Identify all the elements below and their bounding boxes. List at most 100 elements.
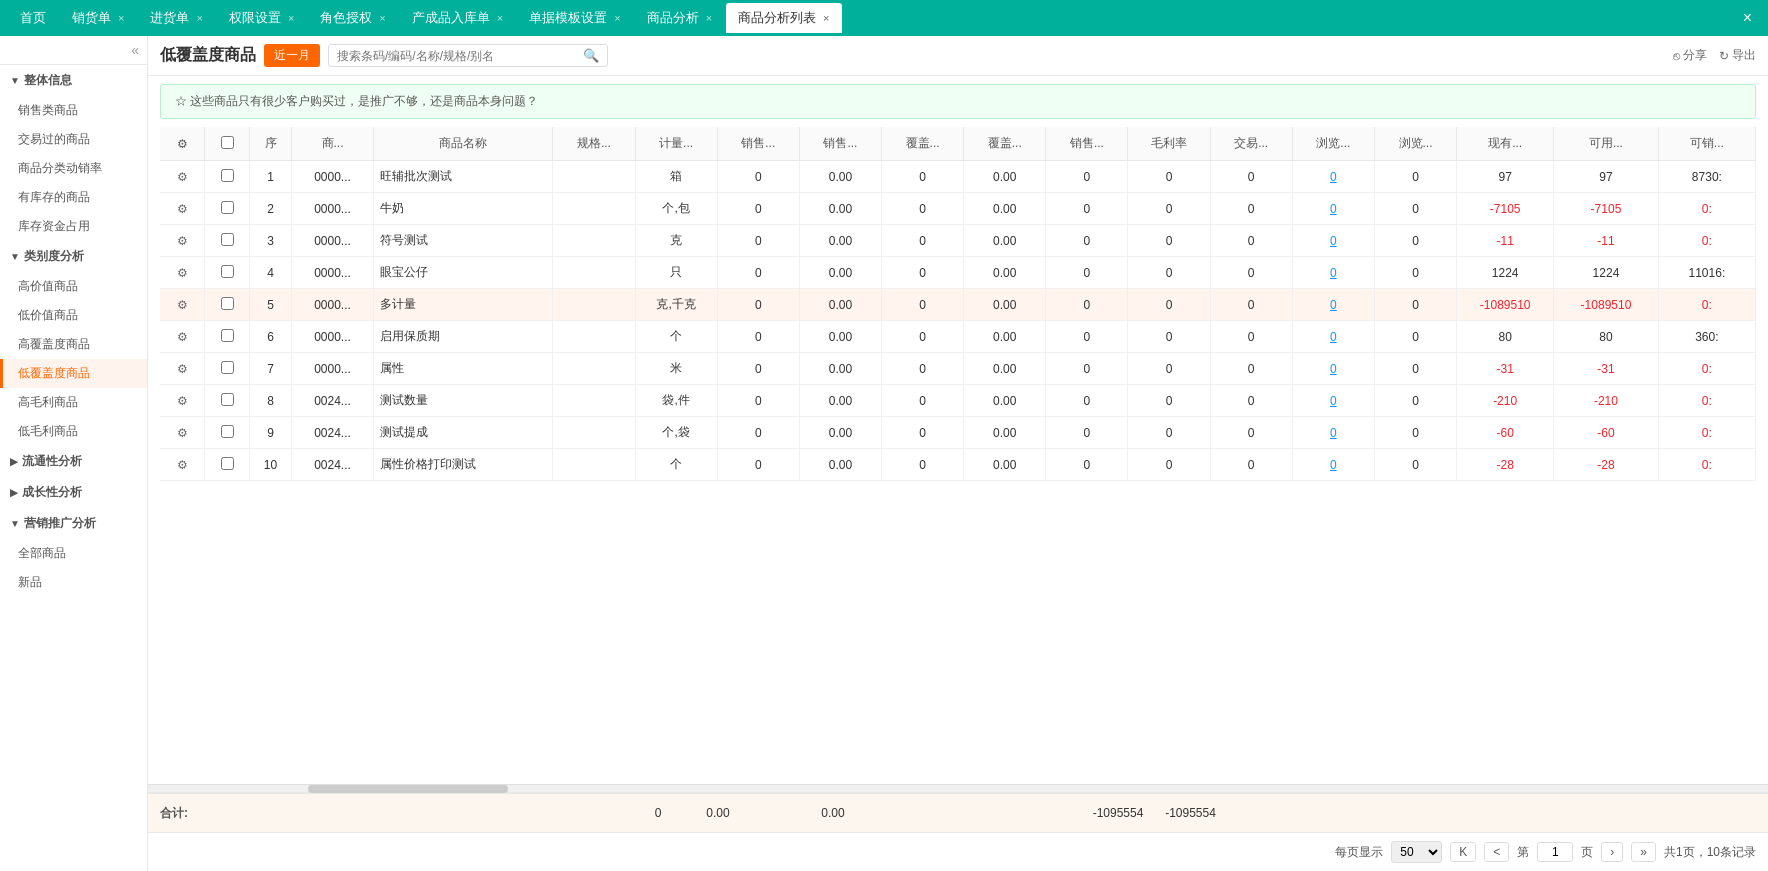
horizontal-scrollbar[interactable]: [148, 784, 1768, 792]
row-settings[interactable]: ⚙: [160, 321, 205, 353]
row-settings[interactable]: ⚙: [160, 193, 205, 225]
nav-tab-analysis-list[interactable]: 商品分析列表 ×: [726, 3, 841, 33]
col-sales1[interactable]: 销售...: [717, 127, 799, 161]
row-select-checkbox[interactable]: [221, 297, 234, 310]
sidebar-item-low-coverage[interactable]: 低覆盖度商品: [0, 359, 147, 388]
search-icon[interactable]: 🔍: [583, 48, 599, 63]
nav-tab-role[interactable]: 角色授权 ×: [308, 3, 397, 33]
settings-icon[interactable]: ⚙: [177, 170, 188, 184]
settings-icon[interactable]: ⚙: [177, 298, 188, 312]
close-icon[interactable]: ×: [706, 12, 712, 24]
nav-tab-permission[interactable]: 权限设置 ×: [217, 3, 306, 33]
col-browse1[interactable]: 浏览...: [1292, 127, 1374, 161]
row-browse1[interactable]: 0: [1292, 225, 1374, 257]
prev-page-button[interactable]: <: [1484, 842, 1509, 862]
settings-icon[interactable]: ⚙: [177, 234, 188, 248]
row-settings[interactable]: ⚙: [160, 353, 205, 385]
sidebar-group-category[interactable]: ▼ 类别度分析: [0, 241, 147, 272]
sidebar-item-high-coverage[interactable]: 高覆盖度商品: [0, 330, 147, 359]
row-select-checkbox[interactable]: [221, 265, 234, 278]
nav-tab-template[interactable]: 单据模板设置 ×: [517, 3, 632, 33]
nav-tab-analysis[interactable]: 商品分析 ×: [635, 3, 724, 33]
sidebar-item-traded-goods[interactable]: 交易过的商品: [0, 125, 147, 154]
row-select-checkbox[interactable]: [221, 393, 234, 406]
col-code[interactable]: 商...: [291, 127, 373, 161]
close-icon[interactable]: ×: [196, 12, 202, 24]
row-browse1[interactable]: 0: [1292, 417, 1374, 449]
sidebar-item-all-goods[interactable]: 全部商品: [0, 539, 147, 568]
row-browse1[interactable]: 0: [1292, 449, 1374, 481]
row-select-checkbox[interactable]: [221, 169, 234, 182]
col-spec[interactable]: 规格...: [553, 127, 635, 161]
sidebar-group-overall[interactable]: ▼ 整体信息: [0, 65, 147, 96]
sidebar-item-category-rate[interactable]: 商品分类动销率: [0, 154, 147, 183]
sidebar-item-new-goods[interactable]: 新品: [0, 568, 147, 597]
row-select-checkbox[interactable]: [221, 233, 234, 246]
scrollbar-thumb[interactable]: [308, 785, 508, 793]
page-size-select[interactable]: 50 100 200: [1391, 841, 1442, 863]
col-unit[interactable]: 计量...: [635, 127, 717, 161]
row-settings[interactable]: ⚙: [160, 257, 205, 289]
sidebar-item-in-stock[interactable]: 有库存的商品: [0, 183, 147, 212]
nav-tab-sales[interactable]: 销货单 ×: [60, 3, 136, 33]
sidebar-item-stock-capital[interactable]: 库存资金占用: [0, 212, 147, 241]
select-all-checkbox[interactable]: [221, 136, 234, 149]
nav-tab-home[interactable]: 首页: [8, 3, 58, 33]
col-available[interactable]: 可用...: [1554, 127, 1659, 161]
sidebar-item-high-margin[interactable]: 高毛利商品: [0, 388, 147, 417]
sidebar-collapse-button[interactable]: «: [0, 36, 147, 65]
sidebar-group-circulation[interactable]: ▶ 流通性分析: [0, 446, 147, 477]
col-sales3[interactable]: 销售...: [1046, 127, 1128, 161]
col-name[interactable]: 商品名称: [374, 127, 553, 161]
close-icon[interactable]: ×: [118, 12, 124, 24]
row-select-checkbox[interactable]: [221, 425, 234, 438]
settings-icon[interactable]: ⚙: [177, 202, 188, 216]
row-settings[interactable]: ⚙: [160, 449, 205, 481]
nav-tab-purchase[interactable]: 进货单 ×: [138, 3, 214, 33]
row-select-checkbox[interactable]: [221, 201, 234, 214]
row-browse1[interactable]: 0: [1292, 385, 1374, 417]
sidebar-item-low-margin[interactable]: 低毛利商品: [0, 417, 147, 446]
close-icon[interactable]: ×: [614, 12, 620, 24]
row-browse1[interactable]: 0: [1292, 321, 1374, 353]
col-cov1[interactable]: 覆盖...: [882, 127, 964, 161]
current-page-input[interactable]: [1537, 842, 1573, 862]
settings-icon[interactable]: ⚙: [177, 458, 188, 472]
close-icon[interactable]: ×: [379, 12, 385, 24]
row-browse1[interactable]: 0: [1292, 353, 1374, 385]
sidebar-item-sales-goods[interactable]: 销售类商品: [0, 96, 147, 125]
sidebar-group-marketing[interactable]: ▼ 营销推广分析: [0, 508, 147, 539]
row-select-checkbox[interactable]: [221, 361, 234, 374]
close-icon[interactable]: ×: [823, 12, 829, 24]
row-browse1[interactable]: 0: [1292, 193, 1374, 225]
nav-tab-product[interactable]: 产成品入库单 ×: [400, 3, 515, 33]
col-current[interactable]: 现有...: [1457, 127, 1554, 161]
settings-icon[interactable]: ⚙: [177, 330, 188, 344]
row-settings[interactable]: ⚙: [160, 289, 205, 321]
row-settings[interactable]: ⚙: [160, 385, 205, 417]
col-gross[interactable]: 毛利率: [1128, 127, 1210, 161]
export-button[interactable]: ↻ 导出: [1719, 47, 1756, 64]
first-page-button[interactable]: K: [1450, 842, 1476, 862]
sidebar-item-high-value[interactable]: 高价值商品: [0, 272, 147, 301]
row-select-checkbox[interactable]: [221, 329, 234, 342]
sidebar-group-growth[interactable]: ▶ 成长性分析: [0, 477, 147, 508]
row-select-checkbox[interactable]: [221, 457, 234, 470]
gear-icon[interactable]: ⚙: [177, 137, 188, 151]
row-settings[interactable]: ⚙: [160, 161, 205, 193]
row-browse1[interactable]: 0: [1292, 289, 1374, 321]
row-browse1[interactable]: 0: [1292, 257, 1374, 289]
col-browse2[interactable]: 浏览...: [1374, 127, 1456, 161]
settings-icon[interactable]: ⚙: [177, 394, 188, 408]
close-icon[interactable]: ×: [497, 12, 503, 24]
col-cov2[interactable]: 覆盖...: [964, 127, 1046, 161]
window-close-button[interactable]: ×: [1735, 9, 1760, 27]
settings-icon[interactable]: ⚙: [177, 426, 188, 440]
col-saleable[interactable]: 可销...: [1658, 127, 1755, 161]
search-input[interactable]: [337, 49, 579, 63]
settings-icon[interactable]: ⚙: [177, 266, 188, 280]
sidebar-item-low-value[interactable]: 低价值商品: [0, 301, 147, 330]
close-icon[interactable]: ×: [288, 12, 294, 24]
col-settings[interactable]: ⚙: [160, 127, 205, 161]
row-settings[interactable]: ⚙: [160, 417, 205, 449]
